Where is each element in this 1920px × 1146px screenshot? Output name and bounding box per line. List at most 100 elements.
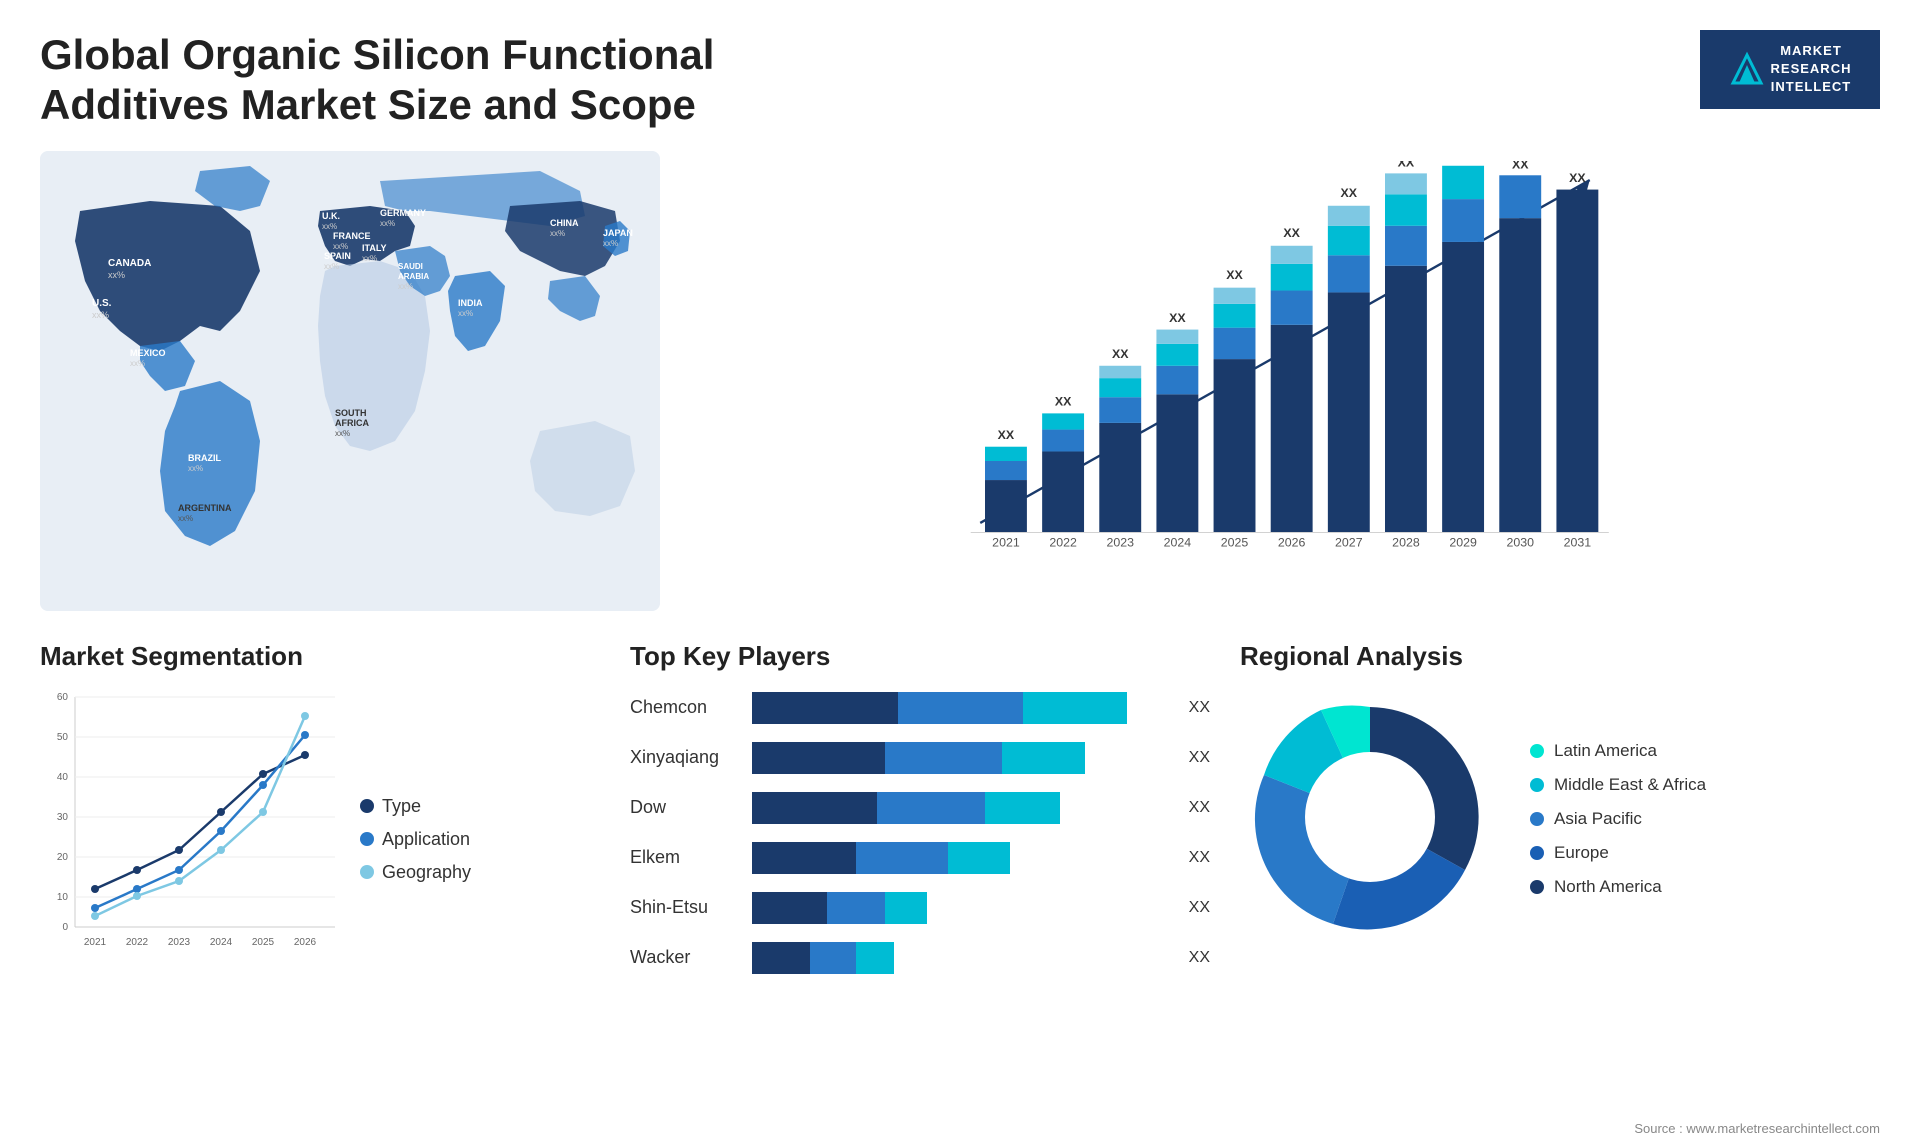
svg-text:XX: XX — [1569, 171, 1586, 185]
svg-text:xx%: xx% — [130, 359, 145, 368]
svg-text:2026: 2026 — [1278, 535, 1306, 549]
player-xx-dow: XX — [1189, 799, 1210, 817]
svg-text:XX: XX — [1341, 186, 1358, 200]
player-row-shinetsu: Shin-Etsu XX — [630, 892, 1210, 924]
player-bar-chemcon — [752, 692, 1169, 724]
top-section: CANADA xx% U.S. xx% MEXICO xx% BRAZIL xx… — [40, 151, 1880, 611]
svg-text:xx%: xx% — [333, 242, 348, 251]
reg-item-north-america: North America — [1530, 877, 1706, 897]
svg-text:2023: 2023 — [168, 937, 191, 948]
svg-text:ARGENTINA: ARGENTINA — [178, 503, 232, 513]
svg-text:2030: 2030 — [1506, 535, 1534, 549]
reg-item-europe: Europe — [1530, 843, 1706, 863]
bottom-section: Market Segmentation 60 — [40, 641, 1880, 1021]
market-segmentation: Market Segmentation 60 — [40, 641, 600, 1021]
logo-line2: RESEARCH — [1771, 60, 1852, 78]
bar-2028: XX 2028 — [1385, 161, 1427, 550]
svg-text:0: 0 — [62, 922, 68, 933]
seg-content: 60 50 40 30 20 10 0 2021 2022 2023 2024 … — [40, 687, 600, 972]
page: Global Organic Silicon Functional Additi… — [0, 0, 1920, 1146]
legend-application: Application — [360, 829, 471, 850]
market-seg-title: Market Segmentation — [40, 641, 600, 672]
key-players-title: Top Key Players — [630, 641, 1210, 672]
bar-2021: XX 2021 — [985, 428, 1027, 550]
north-america-label: North America — [1554, 877, 1662, 897]
canada-label: CANADA — [108, 258, 151, 269]
svg-text:U.S.: U.S. — [92, 298, 112, 309]
svg-text:2025: 2025 — [1221, 535, 1249, 549]
key-players-section: Top Key Players Chemcon XX Xinyaqiang — [630, 641, 1210, 1021]
bar-2029: XX 2029 — [1442, 161, 1484, 550]
svg-text:xx%: xx% — [108, 270, 125, 280]
logo-line3: INTELLECT — [1771, 78, 1852, 96]
donut-hole — [1305, 752, 1435, 882]
svg-text:xx%: xx% — [335, 429, 350, 438]
donut-svg — [1240, 687, 1500, 947]
asia-pacific-label: Asia Pacific — [1554, 809, 1642, 829]
europe-label: Europe — [1554, 843, 1609, 863]
bar-seg1 — [752, 692, 898, 724]
growth-chart-svg: XX 2021 XX 2022 XX — [710, 161, 1860, 561]
europe-dot — [1530, 846, 1544, 860]
logo-box: MARKET RESEARCH INTELLECT — [1700, 30, 1880, 109]
svg-text:60: 60 — [57, 692, 69, 703]
svg-text:FRANCE: FRANCE — [333, 231, 371, 241]
player-xx-elkem: XX — [1189, 849, 1210, 867]
type-label: Type — [382, 796, 421, 817]
svg-text:2021: 2021 — [84, 937, 107, 948]
player-name-elkem: Elkem — [630, 847, 740, 868]
line-chart-svg: 60 50 40 30 20 10 0 2021 2022 2023 2024 … — [40, 687, 340, 967]
growth-chart-container: XX 2021 XX 2022 XX — [690, 151, 1880, 611]
type-dot — [360, 799, 374, 813]
player-name-shinetsu: Shin-Etsu — [630, 897, 740, 918]
world-map: CANADA xx% U.S. xx% MEXICO xx% BRAZIL xx… — [40, 151, 660, 611]
svg-text:XX: XX — [1283, 226, 1300, 240]
svg-text:AFRICA: AFRICA — [335, 418, 369, 428]
player-xx-wacker: XX — [1189, 949, 1210, 967]
svg-text:20: 20 — [57, 852, 69, 863]
svg-text:U.K.: U.K. — [322, 211, 340, 221]
svg-text:xx%: xx% — [362, 254, 377, 263]
svg-text:SAUDI: SAUDI — [398, 262, 423, 271]
svg-text:INDIA: INDIA — [458, 298, 483, 308]
legend-type: Type — [360, 796, 471, 817]
legend-geography: Geography — [360, 862, 471, 883]
svg-text:ARABIA: ARABIA — [398, 272, 429, 281]
bar-2026: XX 2026 — [1271, 226, 1313, 550]
logo-line1: MARKET — [1771, 42, 1852, 60]
logo-icon — [1729, 51, 1765, 87]
svg-text:XX: XX — [1512, 161, 1529, 172]
player-row-wacker: Wacker XX — [630, 942, 1210, 974]
player-bar-dow — [752, 792, 1169, 824]
svg-text:XX: XX — [998, 428, 1015, 442]
svg-text:xx%: xx% — [92, 310, 109, 320]
svg-text:XX: XX — [1226, 268, 1243, 282]
player-bar-wacker — [752, 942, 1169, 974]
svg-text:ITALY: ITALY — [362, 243, 387, 253]
mea-dot — [1530, 778, 1544, 792]
latin-america-label: Latin America — [1554, 741, 1657, 761]
player-xx-xinyaqiang: XX — [1189, 749, 1210, 767]
svg-text:2024: 2024 — [210, 937, 233, 948]
svg-text:2027: 2027 — [1335, 535, 1363, 549]
player-bar-shinetsu — [752, 892, 1169, 924]
header: Global Organic Silicon Functional Additi… — [40, 30, 1880, 131]
svg-text:xx%: xx% — [550, 229, 565, 238]
seg-legend: Type Application Geography — [360, 687, 471, 972]
svg-text:2025: 2025 — [252, 937, 275, 948]
reg-item-asia-pacific: Asia Pacific — [1530, 809, 1706, 829]
player-bar-elkem — [752, 842, 1169, 874]
svg-text:xx%: xx% — [322, 222, 337, 231]
north-america-dot — [1530, 880, 1544, 894]
bar-2024: XX 2024 — [1156, 311, 1198, 550]
svg-text:2029: 2029 — [1449, 535, 1477, 549]
bar-2023: XX 2023 — [1099, 347, 1141, 550]
application-dot — [360, 832, 374, 846]
reg-item-latin-america: Latin America — [1530, 741, 1706, 761]
bar-2031: XX 2031 — [1556, 171, 1598, 550]
logo-area: MARKET RESEARCH INTELLECT — [1700, 30, 1880, 109]
svg-text:XX: XX — [1398, 161, 1415, 170]
svg-text:CHINA: CHINA — [550, 218, 579, 228]
bar-2030: XX 2030 — [1499, 161, 1541, 550]
svg-text:xx%: xx% — [380, 219, 395, 228]
